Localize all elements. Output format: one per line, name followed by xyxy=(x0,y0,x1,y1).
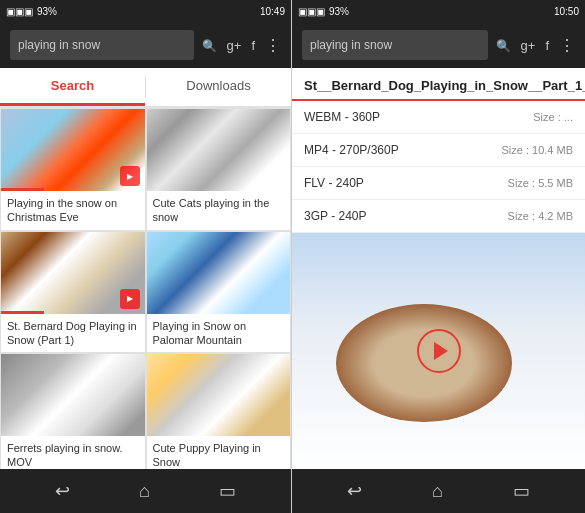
format-label-3: 3GP - 240P xyxy=(304,209,366,223)
preview-play-button[interactable] xyxy=(417,329,461,373)
video-title-4: Playing in Snow on Palomar Mountain xyxy=(147,314,291,353)
r-back-button[interactable]: ↩ xyxy=(347,480,362,502)
download-options: WEBM - 360P Size : ... MP4 - 270P/360P S… xyxy=(292,101,585,233)
r-search-icon[interactable] xyxy=(496,37,511,53)
video-thumb-2 xyxy=(147,109,291,191)
right-top-bar: playing in snow g+ f xyxy=(292,22,585,68)
r-status-icons: ▣▣▣ 93% xyxy=(298,6,349,17)
play-icon-1: ▶ xyxy=(120,166,140,186)
video-grid: ▶ Playing in the snow on Christmas Eve C… xyxy=(0,108,291,469)
video-item-4[interactable]: Playing in Snow on Palomar Mountain xyxy=(146,231,292,354)
video-title-3: St. Bernard Dog Playing in Snow (Part 1) xyxy=(1,314,145,353)
recents-button[interactable]: ▭ xyxy=(219,480,236,502)
format-label-1: MP4 - 270P/360P xyxy=(304,143,399,157)
left-bottom-bar: ↩ ⌂ ▭ xyxy=(0,469,291,513)
left-status-bar: ▣▣▣ 93% 10:49 xyxy=(0,0,291,22)
left-top-bar: playing in snow g+ f xyxy=(0,22,291,68)
r-recents-button[interactable]: ▭ xyxy=(513,480,530,502)
left-top-icons: g+ f xyxy=(202,36,281,55)
size-label-2: Size : 5.5 MB xyxy=(508,177,573,189)
video-thumb-5 xyxy=(1,354,145,436)
right-search-box[interactable]: playing in snow xyxy=(302,30,488,60)
r-signal-icon: ▣▣▣ xyxy=(298,6,325,17)
format-label-0: WEBM - 360P xyxy=(304,110,380,124)
r-status-time: 10:50 xyxy=(554,6,579,17)
video-title-5: Ferrets playing in snow. MOV xyxy=(1,436,145,469)
video-item-5[interactable]: Ferrets playing in snow. MOV xyxy=(0,353,146,469)
r-home-button[interactable]: ⌂ xyxy=(432,481,443,502)
download-row-1[interactable]: MP4 - 270P/360P Size : 10.4 MB xyxy=(292,134,585,167)
signal-icon: ▣▣▣ xyxy=(6,6,33,17)
left-search-box[interactable]: playing in snow xyxy=(10,30,194,60)
right-status-bar: ▣▣▣ 93% 10:50 xyxy=(292,0,585,22)
home-button[interactable]: ⌂ xyxy=(139,481,150,502)
google-plus-icon[interactable]: g+ xyxy=(227,38,242,53)
video-title-2: Cute Cats playing in the snow xyxy=(147,191,291,230)
status-icons-left: ▣▣▣ 93% xyxy=(6,6,57,17)
video-item-2[interactable]: Cute Cats playing in the snow xyxy=(146,108,292,231)
play-icon-3: ▶ xyxy=(120,289,140,309)
size-label-3: Size : 4.2 MB xyxy=(508,210,573,222)
search-icon[interactable] xyxy=(202,37,217,53)
r-signal-percent: 93% xyxy=(329,6,349,17)
r-more-icon[interactable] xyxy=(559,36,575,55)
size-label-1: Size : 10.4 MB xyxy=(501,144,573,156)
video-title-6: Cute Puppy Playing in Snow xyxy=(147,436,291,469)
download-row-3[interactable]: 3GP - 240P Size : 4.2 MB xyxy=(292,200,585,233)
progress-bar-1 xyxy=(1,188,44,191)
download-row-0[interactable]: WEBM - 360P Size : ... xyxy=(292,101,585,134)
right-top-icons: g+ f xyxy=(496,36,575,55)
play-triangle-icon xyxy=(434,342,448,360)
video-thumb-3: ▶ xyxy=(1,232,145,314)
video-title-1: Playing in the snow on Christmas Eve xyxy=(1,191,145,230)
r-google-plus-icon[interactable]: g+ xyxy=(521,38,536,53)
right-panel: ▣▣▣ 93% 10:50 playing in snow g+ f St__B… xyxy=(292,0,585,513)
video-thumb-4 xyxy=(147,232,291,314)
left-search-text: playing in snow xyxy=(18,38,100,52)
video-preview-thumb[interactable] xyxy=(292,233,585,469)
video-item-6[interactable]: Cute Puppy Playing in Snow xyxy=(146,353,292,469)
video-item-1[interactable]: ▶ Playing in the snow on Christmas Eve xyxy=(0,108,146,231)
left-panel: ▣▣▣ 93% 10:49 playing in snow g+ f Searc… xyxy=(0,0,292,513)
video-detail-title: St__Bernard_Dog_Playing_in_Snow__Part_1_ xyxy=(292,68,585,101)
back-button[interactable]: ↩ xyxy=(55,480,70,502)
video-thumb-1: ▶ xyxy=(1,109,145,191)
facebook-icon[interactable]: f xyxy=(251,38,255,53)
right-bottom-bar: ↩ ⌂ ▭ xyxy=(292,469,585,513)
signal-percent: 93% xyxy=(37,6,57,17)
right-content: St__Bernard_Dog_Playing_in_Snow__Part_1_… xyxy=(292,68,585,469)
r-facebook-icon[interactable]: f xyxy=(545,38,549,53)
status-time: 10:49 xyxy=(260,6,285,17)
video-thumb-6 xyxy=(147,354,291,436)
right-search-text: playing in snow xyxy=(310,38,392,52)
video-item-3[interactable]: ▶ St. Bernard Dog Playing in Snow (Part … xyxy=(0,231,146,354)
more-icon[interactable] xyxy=(265,36,281,55)
format-label-2: FLV - 240P xyxy=(304,176,364,190)
tab-downloads[interactable]: Downloads xyxy=(146,68,291,106)
tab-bar: Search Downloads xyxy=(0,68,291,108)
progress-bar-3 xyxy=(1,311,44,314)
size-label-0: Size : ... xyxy=(533,111,573,123)
tab-search[interactable]: Search xyxy=(0,68,145,106)
download-row-2[interactable]: FLV - 240P Size : 5.5 MB xyxy=(292,167,585,200)
